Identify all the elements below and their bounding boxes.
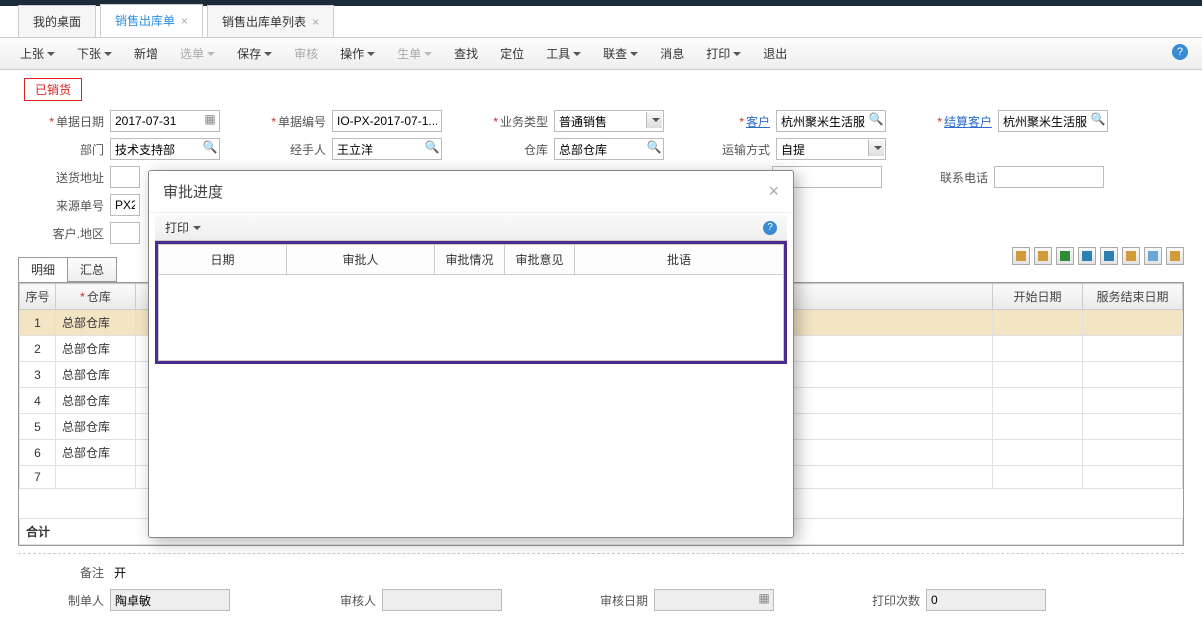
dialog-col-审批意见[interactable]: 审批意见 bbox=[505, 245, 575, 275]
dialog-title: 审批进度 bbox=[163, 181, 223, 202]
dialog-print-button[interactable]: 打印 bbox=[165, 219, 201, 236]
chevron-down-icon bbox=[193, 226, 201, 230]
approval-progress-dialog: 审批进度 × 打印 ? 日期审批人审批情况审批意见批语 bbox=[148, 170, 794, 538]
dialog-col-批语[interactable]: 批语 bbox=[575, 245, 784, 275]
dialog-col-审批情况[interactable]: 审批情况 bbox=[435, 245, 505, 275]
dialog-col-审批人[interactable]: 审批人 bbox=[287, 245, 435, 275]
dialog-col-日期[interactable]: 日期 bbox=[159, 245, 287, 275]
close-icon[interactable]: × bbox=[768, 181, 779, 202]
help-icon[interactable]: ? bbox=[763, 221, 777, 235]
modal-overlay: 审批进度 × 打印 ? 日期审批人审批情况审批意见批语 bbox=[0, 0, 1202, 611]
dialog-grid-body bbox=[158, 275, 784, 361]
